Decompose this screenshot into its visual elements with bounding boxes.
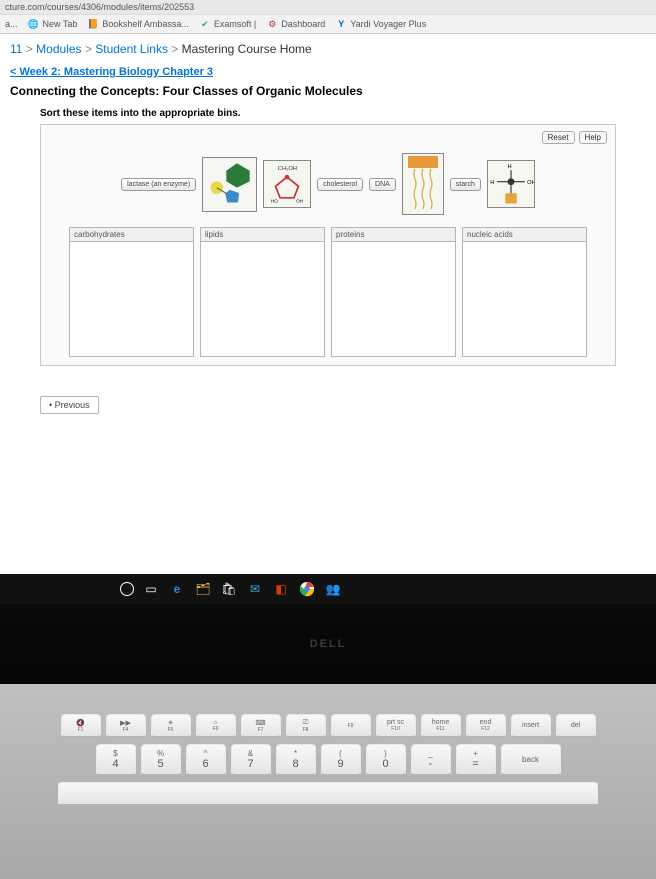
key-home[interactable]: homeF11 xyxy=(421,714,461,738)
book-icon: 📙 xyxy=(87,18,99,30)
key-end[interactable]: endF12 xyxy=(466,714,506,738)
office-icon[interactable]: ◧ xyxy=(272,580,290,598)
key-6[interactable]: ^6 xyxy=(186,744,226,776)
url-bar[interactable]: cture.com/courses/4306/modules/items/202… xyxy=(0,0,656,15)
svg-text:HO: HO xyxy=(271,198,278,203)
bin-dropzone[interactable] xyxy=(200,242,325,357)
molecule-atp-image[interactable] xyxy=(202,157,257,212)
edge-icon[interactable]: e xyxy=(168,580,186,598)
svg-text:OH: OH xyxy=(296,198,303,203)
breadcrumb-sep: > xyxy=(85,42,92,56)
globe-icon: 🌐 xyxy=(28,18,40,30)
key-f5[interactable]: ☀F5 xyxy=(151,714,191,738)
bookmark-examsoft[interactable]: ✔ Examsoft | xyxy=(199,18,256,30)
key-prtsc[interactable]: prt scF10 xyxy=(376,714,416,738)
breadcrumb-link[interactable]: 11 xyxy=(10,42,22,56)
bin-carbohydrates[interactable]: carbohydrates xyxy=(69,227,194,357)
key-f6[interactable]: ☼F6 xyxy=(196,714,236,738)
teams-icon[interactable]: 👥 xyxy=(324,580,342,598)
draggable-cholesterol[interactable]: cholesterol xyxy=(317,178,363,191)
key-insert[interactable]: insert xyxy=(511,714,551,738)
bin-nucleic-acids[interactable]: nucleic acids xyxy=(462,227,587,357)
explorer-icon[interactable]: 🗂 xyxy=(194,580,212,598)
key-8[interactable]: *8 xyxy=(276,744,316,776)
laptop-brand-label: DELL xyxy=(310,638,347,650)
bookmark-label: Dashboard xyxy=(281,19,325,29)
laptop-keyboard: 🔇F1 ▶▶F4 ☀F5 ☼F6 ⌨F7 ⎚F8 F9 prt scF10 ho… xyxy=(0,684,656,879)
key-f4[interactable]: ▶▶F4 xyxy=(106,714,146,738)
key-minus[interactable]: _- xyxy=(411,744,451,776)
bookmark-label: New Tab xyxy=(43,19,78,29)
bin-dropzone[interactable] xyxy=(331,242,456,357)
draggable-starch[interactable]: starch xyxy=(450,178,481,191)
bookmark-label: Yardi Voyager Plus xyxy=(350,19,426,29)
store-icon[interactable]: 🛍 xyxy=(220,580,238,598)
check-icon: ✔ xyxy=(199,18,211,30)
breadcrumb-current: Mastering Course Home xyxy=(182,42,312,56)
svg-text:OH: OH xyxy=(527,180,534,186)
bookmark-label: Examsoft | xyxy=(214,19,256,29)
laptop-bezel: DELL xyxy=(0,604,656,684)
key-f7[interactable]: ⌨F7 xyxy=(241,714,281,738)
help-button[interactable]: Help xyxy=(579,131,607,144)
instruction-text: Sort these items into the appropriate bi… xyxy=(40,108,646,119)
bookmark-label: Bookshelf Ambassa... xyxy=(102,19,189,29)
key-7[interactable]: &7 xyxy=(231,744,271,776)
key-f8[interactable]: ⎚F8 xyxy=(286,714,326,738)
y-icon: Y xyxy=(335,18,347,30)
svg-text:H: H xyxy=(490,180,494,186)
page-content: 11 > Modules > Student Links > Mastering… xyxy=(0,34,656,574)
bin-header: nucleic acids xyxy=(462,227,587,242)
molecule-glucose-image[interactable]: CH₂OH HO OH xyxy=(263,160,311,208)
draggable-lactase[interactable]: lactase (an enzyme) xyxy=(121,178,196,191)
bookmark-new-tab[interactable]: 🌐 New Tab xyxy=(28,18,78,30)
bin-proteins[interactable]: proteins xyxy=(331,227,456,357)
key-5[interactable]: %5 xyxy=(141,744,181,776)
key-delete[interactable]: del xyxy=(556,714,596,738)
key-equals[interactable]: += xyxy=(456,744,496,776)
browser-chrome: cture.com/courses/4306/modules/items/202… xyxy=(0,0,656,34)
svg-text:H: H xyxy=(507,164,511,170)
molecule-aminoacid-image[interactable]: H OH H xyxy=(487,160,535,208)
breadcrumb-sep: > xyxy=(171,42,178,56)
key-4[interactable]: $4 xyxy=(96,744,136,776)
key-9[interactable]: (9 xyxy=(321,744,361,776)
bin-dropzone[interactable] xyxy=(462,242,587,357)
key-backspace[interactable]: back xyxy=(501,744,561,776)
sorting-activity-panel: Reset Help lactase (an enzyme) CH₂OH HO OH… xyxy=(40,124,616,366)
breadcrumb-link[interactable]: Student Links xyxy=(95,42,168,56)
key-0[interactable]: )0 xyxy=(366,744,406,776)
bin-lipids[interactable]: lipids xyxy=(200,227,325,357)
cortana-icon[interactable] xyxy=(120,582,134,596)
task-view-icon[interactable]: ▭ xyxy=(142,580,160,598)
molecule-phospholipid-image[interactable] xyxy=(402,153,444,215)
key-f9[interactable]: F9 xyxy=(331,714,371,738)
mail-icon[interactable]: ✉ xyxy=(246,580,264,598)
bookmarks-bar: a... 🌐 New Tab 📙 Bookshelf Ambassa... ✔ … xyxy=(0,15,656,33)
bookmark-yardi[interactable]: Y Yardi Voyager Plus xyxy=(335,18,426,30)
bookmark-bookshelf[interactable]: 📙 Bookshelf Ambassa... xyxy=(87,18,189,30)
bin-header: proteins xyxy=(331,227,456,242)
bin-header: carbohydrates xyxy=(69,227,194,242)
bookmark-dashboard[interactable]: ⚙ Dashboard xyxy=(266,18,325,30)
back-link[interactable]: < Week 2: Mastering Biology Chapter 3 xyxy=(10,66,646,78)
chrome-icon[interactable] xyxy=(298,580,316,598)
sorting-bins: carbohydrates lipids proteins nucleic ac… xyxy=(49,227,607,357)
breadcrumb: 11 > Modules > Student Links > Mastering… xyxy=(10,42,646,56)
svg-text:CH₂OH: CH₂OH xyxy=(278,166,297,172)
key-row-partial[interactable] xyxy=(58,782,598,806)
bin-header: lipids xyxy=(200,227,325,242)
breadcrumb-sep: > xyxy=(26,42,33,56)
draggable-dna[interactable]: DNA xyxy=(369,178,396,191)
previous-button[interactable]: • Previous xyxy=(40,396,99,414)
bin-dropzone[interactable] xyxy=(69,242,194,357)
windows-taskbar[interactable]: ▭ e 🗂 🛍 ✉ ◧ 👥 xyxy=(0,574,656,604)
page-title: Connecting the Concepts: Four Classes of… xyxy=(10,84,646,98)
breadcrumb-link[interactable]: Modules xyxy=(36,42,81,56)
key-mute[interactable]: 🔇F1 xyxy=(61,714,101,738)
bookmark-item[interactable]: a... xyxy=(5,19,18,29)
reset-button[interactable]: Reset xyxy=(542,131,575,144)
draggable-items-row: lactase (an enzyme) CH₂OH HO OH cholestero… xyxy=(49,153,607,215)
gear-icon: ⚙ xyxy=(266,18,278,30)
